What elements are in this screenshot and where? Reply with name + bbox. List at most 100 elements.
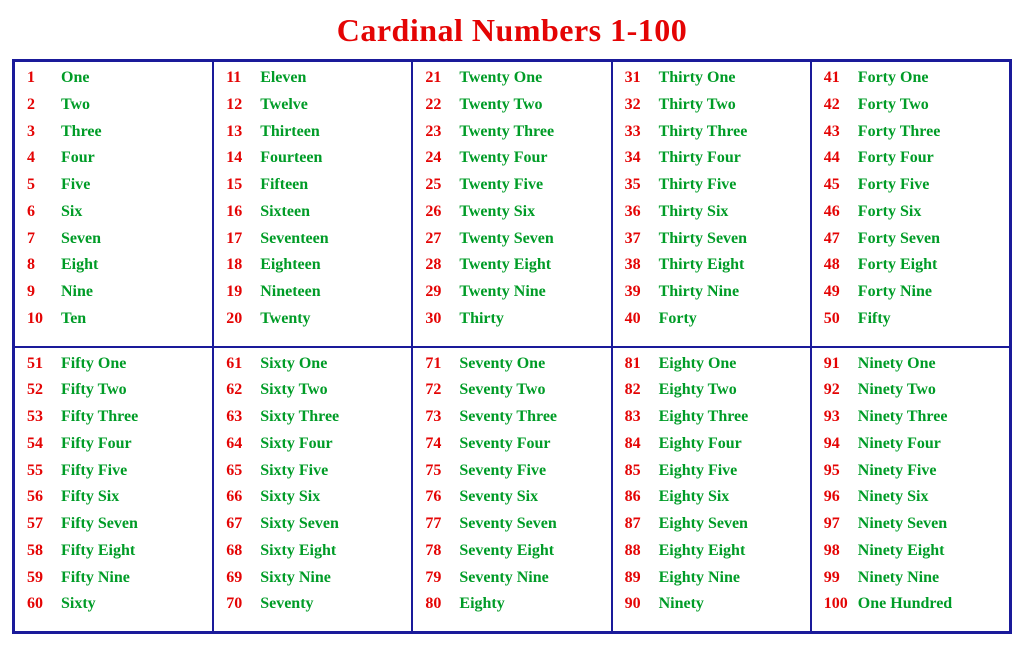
number-word: Fifty Two <box>61 382 127 398</box>
number-word: Forty Four <box>858 150 934 166</box>
number-row: 13Thirteen <box>226 124 401 151</box>
number-row: 59Fifty Nine <box>27 570 202 597</box>
number-row: 37Thirty Seven <box>625 231 800 258</box>
number-row: 33Thirty Three <box>625 124 800 151</box>
number-row: 28Twenty Eight <box>425 257 600 284</box>
number-row: 97Ninety Seven <box>824 516 999 543</box>
number-row: 34Thirty Four <box>625 150 800 177</box>
number-word: Two <box>61 97 90 113</box>
number-row: 25Twenty Five <box>425 177 600 204</box>
number-row: 51Fifty One <box>27 356 202 383</box>
number-row: 44Forty Four <box>824 150 999 177</box>
number-word: Twenty Eight <box>459 257 551 273</box>
number-value: 68 <box>226 543 260 559</box>
number-value: 22 <box>425 97 459 113</box>
number-word: Ninety Two <box>858 382 936 398</box>
number-word: Eighty Seven <box>659 516 748 532</box>
number-value: 44 <box>824 150 858 166</box>
number-row: 35Thirty Five <box>625 177 800 204</box>
number-word: Twenty Nine <box>459 284 545 300</box>
number-value: 23 <box>425 124 459 140</box>
number-row: 41Forty One <box>824 70 999 97</box>
number-row: 20Twenty <box>226 311 401 338</box>
number-value: 60 <box>27 596 61 612</box>
number-word: Forty One <box>858 70 929 86</box>
number-row: 52Fifty Two <box>27 382 202 409</box>
number-row: 54Fifty Four <box>27 436 202 463</box>
number-value: 90 <box>625 596 659 612</box>
number-value: 65 <box>226 463 260 479</box>
number-value: 94 <box>824 436 858 452</box>
number-value: 80 <box>425 596 459 612</box>
number-value: 95 <box>824 463 858 479</box>
number-word: Seven <box>61 231 101 247</box>
number-word: Twenty Five <box>459 177 543 193</box>
number-word: Sixty Six <box>260 489 320 505</box>
number-value: 17 <box>226 231 260 247</box>
number-word: Eighty Four <box>659 436 742 452</box>
number-value: 61 <box>226 356 260 372</box>
number-word: Fifteen <box>260 177 308 193</box>
number-value: 15 <box>226 177 260 193</box>
grid-cell: 51Fifty One52Fifty Two53Fifty Three54Fif… <box>14 347 213 633</box>
number-word: Fifty Four <box>61 436 132 452</box>
number-word: Eight <box>61 257 98 273</box>
number-row: 2Two <box>27 97 202 124</box>
number-word: Eighty <box>459 596 504 612</box>
number-row: 82Eighty Two <box>625 382 800 409</box>
number-word: Ninety <box>659 596 704 612</box>
number-word: Fifty Seven <box>61 516 138 532</box>
number-word: Sixty Eight <box>260 543 336 559</box>
number-row: 92Ninety Two <box>824 382 999 409</box>
number-word: Seventy Five <box>459 463 546 479</box>
number-row: 38Thirty Eight <box>625 257 800 284</box>
number-word: Seventy Three <box>459 409 557 425</box>
number-word: Five <box>61 177 90 193</box>
number-word: Eighty Five <box>659 463 738 479</box>
grid-cell: 1One2Two3Three4Four5Five6Six7Seven8Eight… <box>14 61 213 347</box>
grid-cell: 11Eleven12Twelve13Thirteen14Fourteen15Fi… <box>213 61 412 347</box>
number-word: Seventy Four <box>459 436 550 452</box>
number-row: 1One <box>27 70 202 97</box>
number-row: 47Forty Seven <box>824 231 999 258</box>
number-row: 83Eighty Three <box>625 409 800 436</box>
number-value: 10 <box>27 311 61 327</box>
number-value: 63 <box>226 409 260 425</box>
number-word: Thirty Three <box>659 124 748 140</box>
number-value: 29 <box>425 284 459 300</box>
number-word: Twenty Four <box>459 150 547 166</box>
number-word: Seventy Two <box>459 382 545 398</box>
number-value: 50 <box>824 311 858 327</box>
number-row: 55Fifty Five <box>27 463 202 490</box>
number-value: 21 <box>425 70 459 86</box>
number-value: 19 <box>226 284 260 300</box>
number-row: 8Eight <box>27 257 202 284</box>
number-row: 67Sixty Seven <box>226 516 401 543</box>
number-value: 83 <box>625 409 659 425</box>
number-value: 52 <box>27 382 61 398</box>
number-word: Sixty Four <box>260 436 332 452</box>
number-row: 48Forty Eight <box>824 257 999 284</box>
number-word: Eighteen <box>260 257 320 273</box>
number-row: 88Eighty Eight <box>625 543 800 570</box>
number-value: 37 <box>625 231 659 247</box>
number-row: 80Eighty <box>425 596 600 623</box>
number-value: 27 <box>425 231 459 247</box>
number-row: 30Thirty <box>425 311 600 338</box>
number-value: 57 <box>27 516 61 532</box>
number-word: Twenty Six <box>459 204 535 220</box>
number-row: 72Seventy Two <box>425 382 600 409</box>
number-value: 36 <box>625 204 659 220</box>
number-value: 66 <box>226 489 260 505</box>
number-value: 40 <box>625 311 659 327</box>
number-row: 100One Hundred <box>824 596 999 623</box>
number-word: Ninety Eight <box>858 543 945 559</box>
number-value: 13 <box>226 124 260 140</box>
number-word: Sixty Five <box>260 463 328 479</box>
number-word: Three <box>61 124 102 140</box>
number-value: 100 <box>824 596 858 612</box>
number-word: Seventy One <box>459 356 545 372</box>
number-word: Eleven <box>260 70 306 86</box>
number-value: 85 <box>625 463 659 479</box>
number-value: 3 <box>27 124 61 140</box>
